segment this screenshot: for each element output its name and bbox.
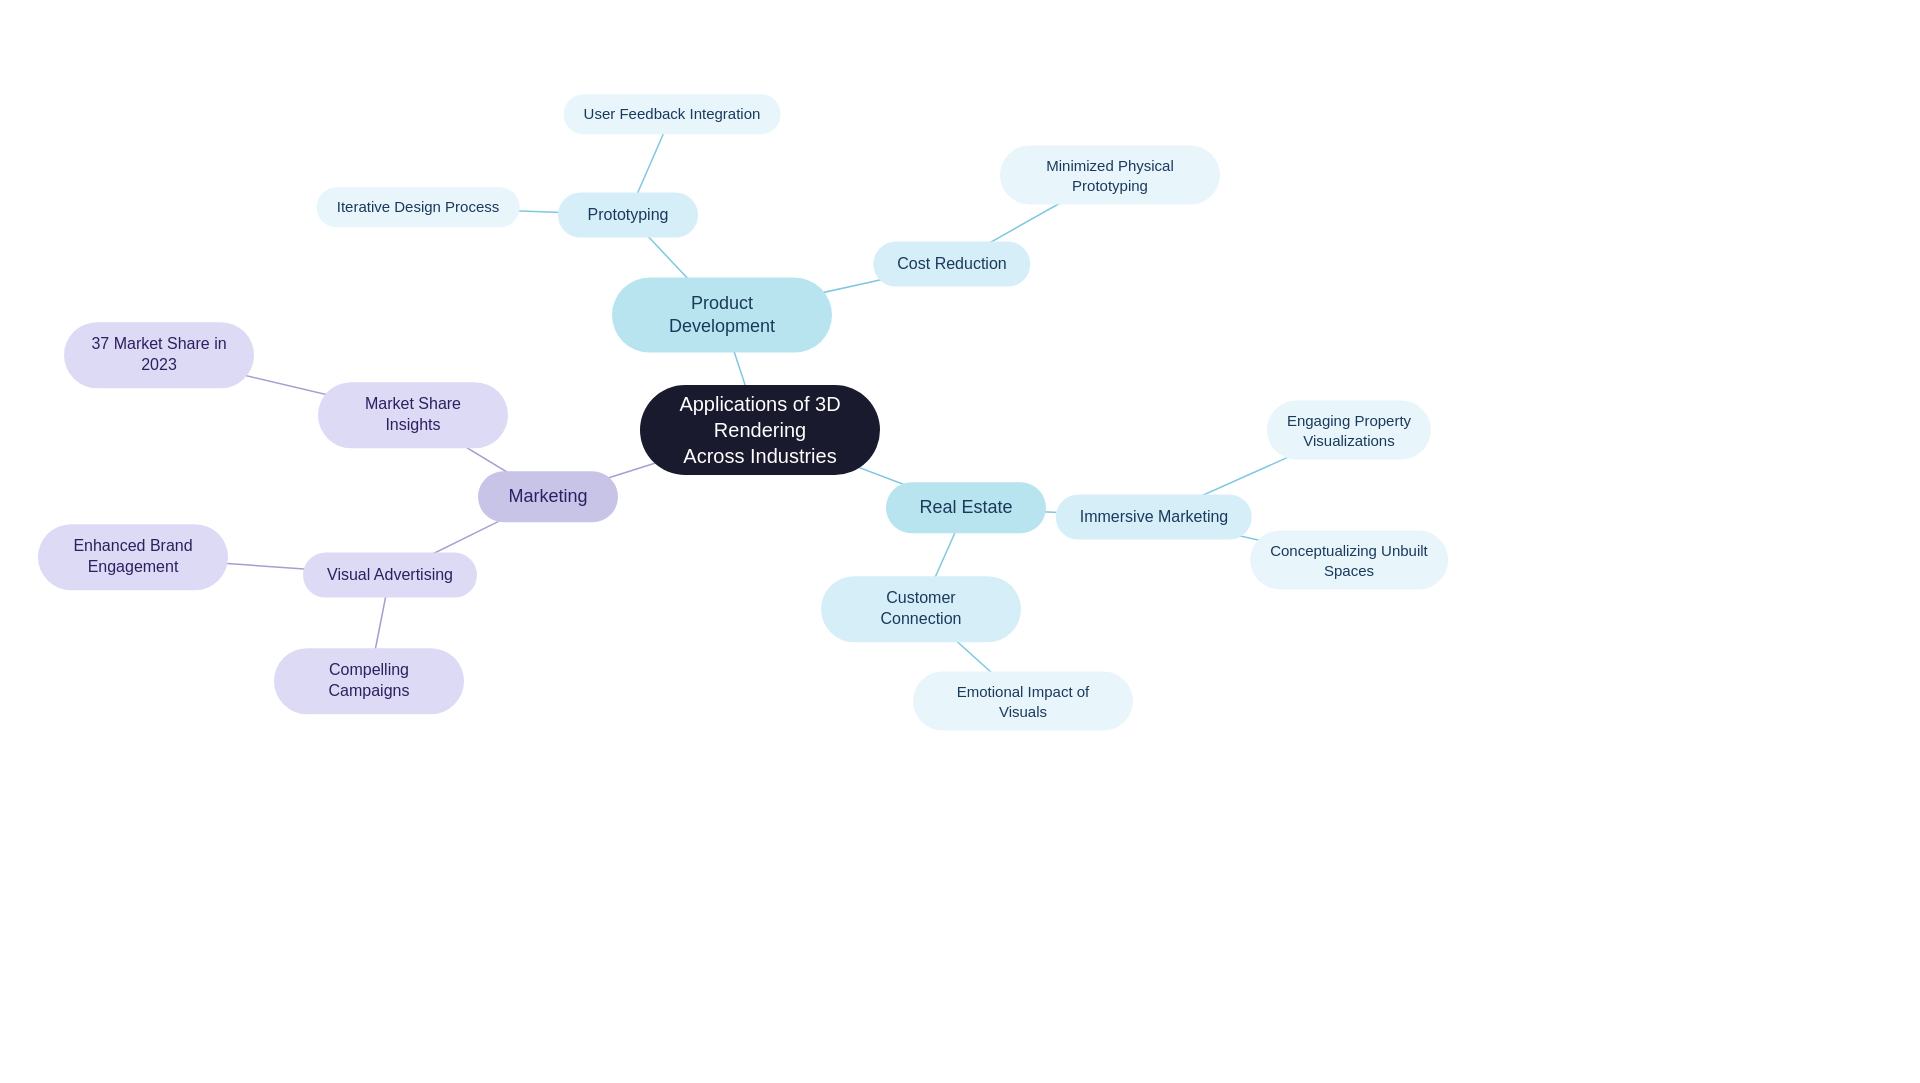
customer-connection-label: Customer Connection (845, 588, 997, 630)
enhanced-brand-label: Enhanced Brand Engagement (62, 536, 204, 578)
market-share-stat-label: 37 Market Share in 2023 (88, 334, 230, 376)
cost-reduction-label: Cost Reduction (897, 254, 1006, 275)
user-feedback-label: User Feedback Integration (584, 104, 761, 124)
conceptualizing-unbuilt-node[interactable]: Conceptualizing UnbuiltSpaces (1250, 531, 1448, 590)
emotional-impact-label: Emotional Impact of Visuals (933, 682, 1113, 721)
market-share-node[interactable]: Market Share Insights (318, 382, 508, 448)
real-estate-label: Real Estate (919, 496, 1012, 519)
market-share-label: Market Share Insights (342, 394, 484, 436)
minimized-physical-node[interactable]: Minimized Physical Prototyping (1000, 146, 1220, 205)
minimized-physical-label: Minimized Physical Prototyping (1020, 156, 1200, 195)
user-feedback-node[interactable]: User Feedback Integration (564, 94, 781, 134)
customer-connection-node[interactable]: Customer Connection (821, 576, 1021, 642)
immersive-marketing-node[interactable]: Immersive Marketing (1056, 495, 1252, 540)
enhanced-brand-node[interactable]: Enhanced Brand Engagement (38, 524, 228, 590)
visual-advertising-node[interactable]: Visual Advertising (303, 553, 477, 598)
marketing-node[interactable]: Marketing (478, 471, 618, 522)
iterative-design-label: Iterative Design Process (337, 197, 500, 217)
engaging-property-label: Engaging PropertyVisualizations (1287, 411, 1411, 450)
emotional-impact-node[interactable]: Emotional Impact of Visuals (913, 672, 1133, 731)
conceptualizing-unbuilt-label: Conceptualizing UnbuiltSpaces (1270, 541, 1428, 580)
center-label: Applications of 3D RenderingAcross Indus… (660, 391, 860, 469)
real-estate-node[interactable]: Real Estate (886, 482, 1046, 533)
visual-advertising-label: Visual Advertising (327, 565, 453, 586)
marketing-label: Marketing (508, 485, 587, 508)
cost-reduction-node[interactable]: Cost Reduction (873, 242, 1030, 287)
compelling-campaigns-label: Compelling Campaigns (298, 660, 440, 702)
compelling-campaigns-node[interactable]: Compelling Campaigns (274, 648, 464, 714)
engaging-property-node[interactable]: Engaging PropertyVisualizations (1267, 401, 1431, 460)
immersive-marketing-label: Immersive Marketing (1080, 507, 1228, 528)
center-node[interactable]: Applications of 3D RenderingAcross Indus… (640, 385, 880, 475)
product-development-node[interactable]: Product Development (612, 278, 832, 353)
market-share-stat-node[interactable]: 37 Market Share in 2023 (64, 322, 254, 388)
product-development-label: Product Development (640, 292, 804, 339)
prototyping-label: Prototyping (588, 205, 669, 226)
iterative-design-node[interactable]: Iterative Design Process (317, 187, 520, 227)
prototyping-node[interactable]: Prototyping (558, 193, 698, 238)
